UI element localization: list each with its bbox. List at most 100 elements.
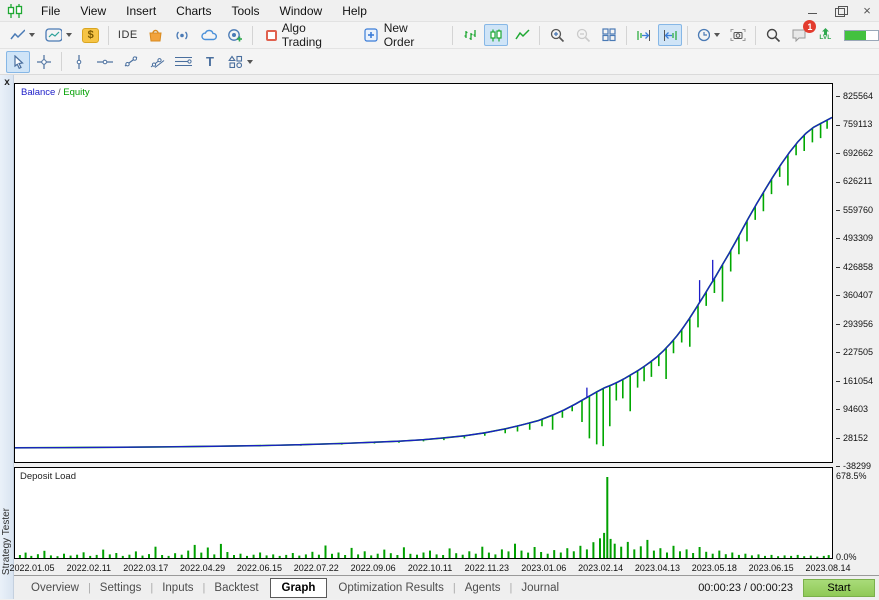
tab-overview[interactable]: Overview: [22, 579, 88, 597]
level-button[interactable]: LVL: [813, 24, 837, 46]
deposit-load-bar: [481, 546, 484, 558]
deposit-load-bar: [311, 551, 314, 558]
deposit-load-bar: [705, 551, 708, 558]
tester-tabs-bar: Overview | Settings | Inputs | Backtest Gra…: [14, 575, 879, 599]
auto-scroll-icon: [637, 29, 651, 41]
close-icon[interactable]: ×: [861, 4, 873, 17]
deposit-load-bar: [672, 545, 675, 558]
deposit-load-bar: [500, 549, 503, 558]
tab-agents[interactable]: Agents: [456, 579, 510, 597]
trendline-tool-button[interactable]: [119, 51, 143, 73]
dollar-icon: $: [81, 27, 100, 43]
deposit-load-bar: [82, 552, 85, 558]
vertical-line-tool-button[interactable]: [67, 51, 91, 73]
cursor-tool-button[interactable]: [6, 50, 30, 73]
deposit-load-bar: [36, 554, 39, 558]
menu-window[interactable]: Window: [270, 1, 333, 21]
deposit-load-bar: [344, 555, 347, 558]
deposit-load-bar: [357, 554, 360, 558]
start-button[interactable]: Start: [803, 578, 875, 597]
crosshair-tool-button[interactable]: [32, 51, 56, 73]
search-button[interactable]: [761, 24, 785, 46]
chart-profile-button[interactable]: [41, 24, 76, 46]
vps-button[interactable]: [197, 24, 221, 46]
menu-charts[interactable]: Charts: [166, 1, 221, 21]
tab-backtest[interactable]: Backtest: [205, 579, 267, 597]
new-order-button[interactable]: New Order: [356, 21, 447, 49]
tab-settings[interactable]: Settings: [91, 579, 151, 597]
restore-icon[interactable]: [834, 5, 848, 17]
algo-trading-button[interactable]: Algo Trading: [258, 21, 354, 49]
fibo-lines-tool-button[interactable]: [171, 51, 196, 73]
tab-graph[interactable]: Graph: [269, 577, 328, 598]
deposit-load-bar: [76, 554, 79, 558]
new-chart-button[interactable]: [6, 24, 39, 46]
balance-equity-chart[interactable]: Balance Equity: [14, 83, 833, 463]
deposit-load-max-label: 678.5%: [836, 471, 867, 481]
cloud-icon: [201, 29, 217, 41]
deposit-load-bar: [422, 552, 425, 558]
deposit-load-bar: [633, 549, 636, 558]
deposit-load-bar: [396, 555, 399, 558]
ide-icon: IDE: [117, 29, 138, 41]
zoom-out-button[interactable]: [571, 24, 595, 46]
screenshot-button[interactable]: [726, 24, 750, 46]
deposit-load-bar: [435, 554, 438, 558]
deposit-load-bar: [639, 546, 642, 558]
menu-help[interactable]: Help: [332, 1, 377, 21]
x-axis-label: 2022.04.29: [180, 563, 226, 573]
market-button[interactable]: [143, 24, 167, 46]
line-chart-button[interactable]: [510, 24, 534, 46]
vertical-line-icon: [76, 54, 82, 69]
main-toolbar: $ IDE Algo Trading New Order 1 LVL: [0, 20, 879, 49]
y-axis-label: 493309: [836, 233, 873, 243]
tab-inputs[interactable]: Inputs: [153, 579, 202, 597]
y-axis-label: 759113: [836, 119, 872, 129]
notifications-button[interactable]: 1: [787, 20, 817, 46]
tile-windows-button[interactable]: [597, 24, 621, 46]
deposit-load-bar: [370, 555, 373, 558]
close-tester-icon[interactable]: x: [0, 77, 14, 89]
chart-shift-button[interactable]: [658, 24, 683, 46]
tab-optimization-results[interactable]: Optimization Results: [329, 579, 452, 597]
metaeditor-ide-button[interactable]: IDE: [114, 24, 141, 46]
deposit-load-bar: [724, 554, 727, 558]
menu-tools[interactable]: Tools: [222, 1, 270, 21]
text-tool-button[interactable]: T: [198, 51, 222, 73]
chevron-down-icon: [714, 33, 721, 37]
tab-journal[interactable]: Journal: [512, 579, 568, 597]
deposit-load-bar: [429, 550, 431, 558]
zoom-in-button[interactable]: [545, 24, 569, 46]
menu-file[interactable]: File: [31, 1, 70, 21]
lvl-icon: LVL: [819, 28, 831, 42]
y-axis-label: 825564: [836, 91, 873, 101]
horizontal-line-tool-button[interactable]: [93, 51, 117, 73]
menu-insert[interactable]: Insert: [116, 1, 166, 21]
channel-tool-button[interactable]: [145, 51, 169, 73]
minimize-icon[interactable]: [807, 5, 819, 17]
candlestick-chart-button[interactable]: [484, 24, 509, 46]
symbols-button[interactable]: $: [78, 24, 103, 46]
menu-view[interactable]: View: [70, 1, 116, 21]
y-axis-label: 559760: [836, 205, 873, 215]
deposit-load-label: Deposit Load: [20, 471, 76, 482]
deposit-load-bar: [252, 554, 255, 558]
shapes-tool-button[interactable]: [224, 51, 257, 73]
deposit-load-bar: [121, 555, 124, 558]
x-axis-label: 2022.07.22: [293, 563, 339, 573]
period-button[interactable]: [693, 24, 724, 46]
deposit-load-bar: [239, 553, 242, 558]
deposit-load-bar: [24, 552, 27, 558]
deposit-load-bar: [89, 555, 92, 558]
bars-chart-button[interactable]: [458, 24, 482, 46]
community-button[interactable]: [223, 24, 247, 46]
auto-scroll-button[interactable]: [632, 24, 656, 46]
new-chart-icon: [10, 29, 26, 40]
metatrader-window: File View Insert Charts Tools Window Hel…: [0, 0, 879, 600]
toolbar-separator: [452, 25, 454, 45]
deposit-load-bar: [659, 548, 662, 558]
deposit-load-chart[interactable]: Deposit Load: [14, 467, 833, 559]
deposit-load-bar: [809, 555, 812, 558]
deposit-load-bar: [507, 551, 510, 558]
signals-button[interactable]: [169, 24, 194, 46]
